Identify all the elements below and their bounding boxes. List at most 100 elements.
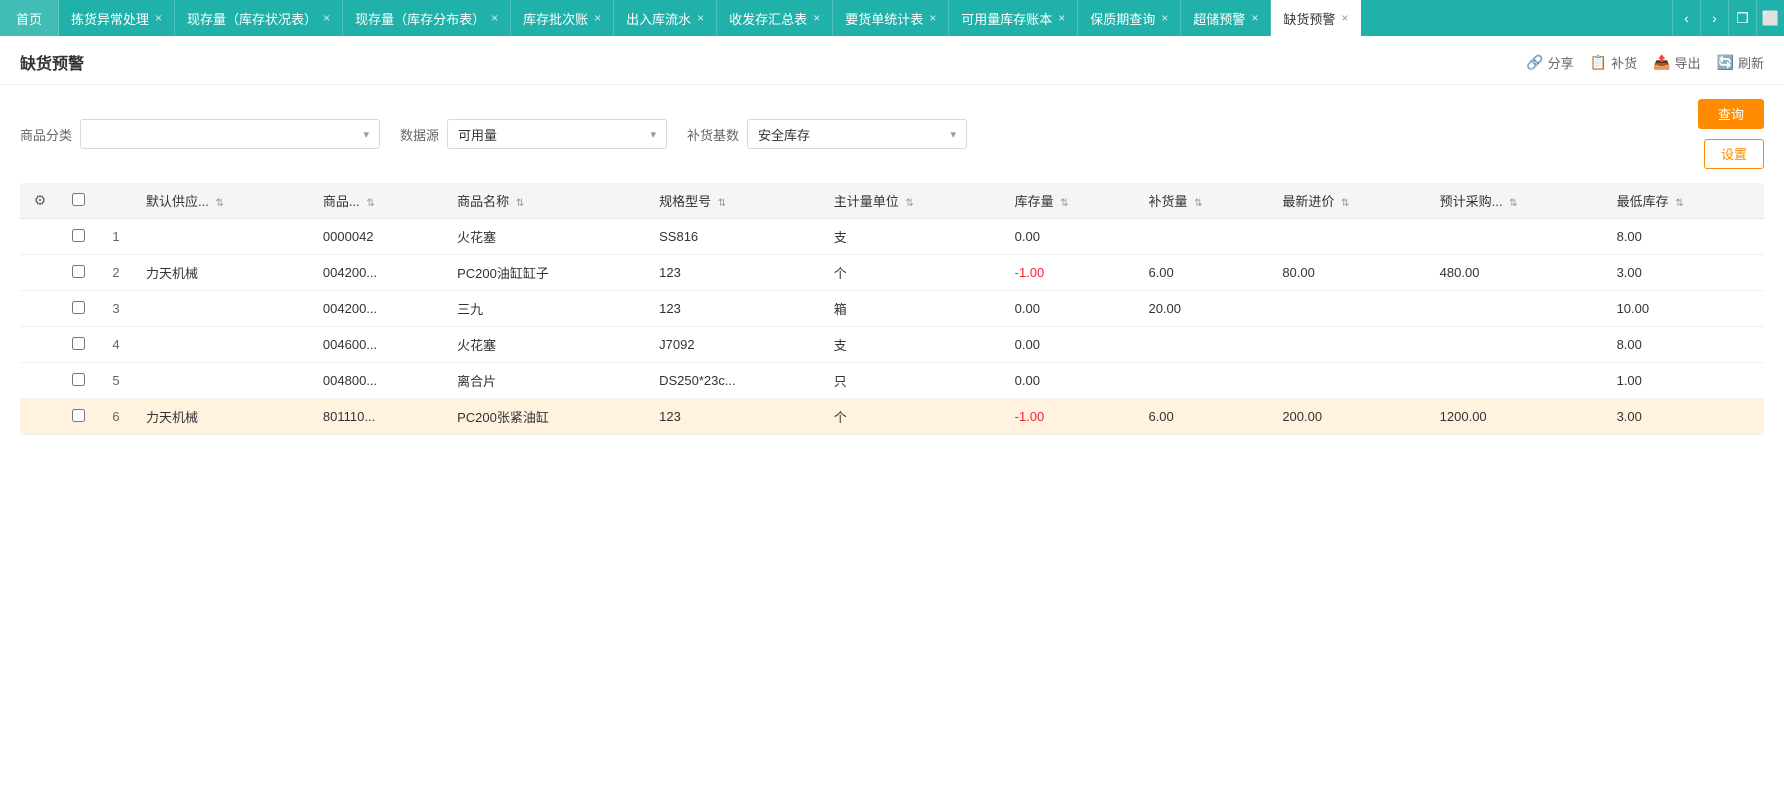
row-minstock-0: 8.00 bbox=[1607, 219, 1764, 255]
tab-avail[interactable]: 可用量库存账本× bbox=[949, 0, 1078, 36]
row-supplier-3 bbox=[136, 327, 313, 363]
tab-close-avail[interactable]: × bbox=[1058, 11, 1065, 25]
row-checkbox-5[interactable] bbox=[72, 409, 85, 422]
tab-nav-buttons: ‹ › ❐ ⬜ bbox=[1672, 0, 1784, 36]
tab-close-order[interactable]: × bbox=[929, 11, 936, 25]
row-checkbox-0[interactable] bbox=[72, 229, 85, 242]
datasource-select[interactable]: 可用量 ▾ bbox=[447, 119, 667, 149]
col-name-sort-icon[interactable]: ⇅ bbox=[516, 198, 524, 209]
col-code-label: 商品... bbox=[323, 194, 360, 209]
replenish-base-select[interactable]: 安全库存 ▾ bbox=[747, 119, 967, 149]
tab-label-overstock: 超储预警 bbox=[1193, 9, 1245, 28]
tab-close-pick[interactable]: × bbox=[155, 11, 162, 25]
col-header-spec: 规格型号 ⇅ bbox=[649, 183, 824, 219]
tab-stock1[interactable]: 现存量（库存状况表）× bbox=[175, 0, 343, 36]
col-header-replenish: 补货量 ⇅ bbox=[1138, 183, 1272, 219]
tab-close-flow[interactable]: × bbox=[697, 11, 704, 25]
select-all-checkbox[interactable] bbox=[72, 193, 85, 206]
col-unit-label: 主计量单位 bbox=[834, 194, 899, 209]
row-minstock-5: 3.00 bbox=[1607, 399, 1764, 435]
tab-batch[interactable]: 库存批次账× bbox=[511, 0, 614, 36]
row-name-3: 火花塞 bbox=[447, 327, 649, 363]
row-setting-4 bbox=[20, 363, 60, 399]
replenish-button[interactable]: 📋 补货 bbox=[1590, 53, 1637, 72]
row-price-4 bbox=[1272, 363, 1429, 399]
tab-close-stock2[interactable]: × bbox=[491, 11, 498, 25]
col-replenish-sort-icon[interactable]: ⇅ bbox=[1194, 198, 1202, 209]
table-row: 5 004800... 离合片 DS250*23c... 只 0.00 1.00 bbox=[20, 363, 1764, 399]
row-est-3 bbox=[1430, 327, 1607, 363]
tab-shortage[interactable]: 缺货预警× bbox=[1271, 0, 1361, 36]
tab-summary[interactable]: 收发存汇总表× bbox=[717, 0, 833, 36]
row-name-4: 离合片 bbox=[447, 363, 649, 399]
col-minstock-sort-icon[interactable]: ⇅ bbox=[1675, 198, 1683, 209]
row-checkbox-1[interactable] bbox=[72, 265, 85, 278]
refresh-button[interactable]: 🔄 刷新 bbox=[1717, 53, 1764, 72]
row-minstock-4: 1.00 bbox=[1607, 363, 1764, 399]
row-unit-1: 个 bbox=[824, 255, 1005, 291]
row-name-2: 三九 bbox=[447, 291, 649, 327]
export-button[interactable]: 📤 导出 bbox=[1653, 53, 1700, 72]
tab-pick[interactable]: 拣货异常处理 × bbox=[59, 0, 175, 36]
col-header-num bbox=[96, 183, 136, 219]
table-row: 6 力天机械 801110... PC200张紧油缸 123 个 -1.00 6… bbox=[20, 399, 1764, 435]
tab-stock2[interactable]: 现存量（库存分布表）× bbox=[343, 0, 511, 36]
refresh-icon: 🔄 bbox=[1717, 54, 1734, 71]
tab-order[interactable]: 要货单统计表× bbox=[833, 0, 949, 36]
share-button[interactable]: 🔗 分享 bbox=[1526, 53, 1573, 72]
row-name-0: 火花塞 bbox=[447, 219, 649, 255]
tab-scroll-left[interactable]: ‹ bbox=[1672, 0, 1700, 36]
col-code-sort-icon[interactable]: ⇅ bbox=[366, 198, 374, 209]
query-button[interactable]: 查询 bbox=[1698, 99, 1764, 129]
tab-maximize[interactable]: ⬜ bbox=[1756, 0, 1784, 36]
row-spec-3: J7092 bbox=[649, 327, 824, 363]
tab-expire[interactable]: 保质期查询× bbox=[1078, 0, 1181, 36]
tab-scroll-right[interactable]: › bbox=[1700, 0, 1728, 36]
row-est-5: 1200.00 bbox=[1430, 399, 1607, 435]
replenish-icon: 📋 bbox=[1590, 54, 1607, 71]
tab-overstock[interactable]: 超储预警 × bbox=[1181, 0, 1271, 36]
col-unit-sort-icon[interactable]: ⇅ bbox=[905, 198, 913, 209]
row-setting-3 bbox=[20, 327, 60, 363]
tab-close-overstock[interactable]: × bbox=[1251, 11, 1258, 25]
col-est-sort-icon[interactable]: ⇅ bbox=[1509, 198, 1517, 209]
col-stock-label: 库存量 bbox=[1015, 194, 1054, 209]
tab-home[interactable]: 首页 bbox=[0, 0, 59, 36]
col-header-setting: ⚙ bbox=[20, 183, 60, 219]
col-replenish-label: 补货量 bbox=[1148, 194, 1187, 209]
col-spec-sort-icon[interactable]: ⇅ bbox=[718, 198, 726, 209]
tab-close-batch[interactable]: × bbox=[594, 11, 601, 25]
share-icon: 🔗 bbox=[1526, 54, 1543, 71]
col-header-unit: 主计量单位 ⇅ bbox=[824, 183, 1005, 219]
row-check-5 bbox=[60, 399, 96, 435]
settings-button[interactable]: 设置 bbox=[1704, 139, 1764, 169]
tab-restore[interactable]: ❐ bbox=[1728, 0, 1756, 36]
tab-flow[interactable]: 出入库流水× bbox=[614, 0, 717, 36]
page-title: 缺货预警 bbox=[20, 50, 84, 74]
tab-close-stock1[interactable]: × bbox=[323, 11, 330, 25]
row-checkbox-3[interactable] bbox=[72, 337, 85, 350]
row-checkbox-4[interactable] bbox=[72, 373, 85, 386]
row-unit-0: 支 bbox=[824, 219, 1005, 255]
tab-close-summary[interactable]: × bbox=[813, 11, 820, 25]
tab-label-pick: 拣货异常处理 bbox=[71, 9, 149, 28]
tab-close-shortage[interactable]: × bbox=[1341, 11, 1348, 25]
col-price-sort-icon[interactable]: ⇅ bbox=[1341, 198, 1349, 209]
category-filter-group: 商品分类 ▾ bbox=[20, 119, 380, 149]
row-replenish-5: 6.00 bbox=[1138, 399, 1272, 435]
row-spec-0: SS816 bbox=[649, 219, 824, 255]
category-select[interactable]: ▾ bbox=[80, 119, 380, 149]
row-checkbox-2[interactable] bbox=[72, 301, 85, 314]
replenish-base-dropdown-icon: ▾ bbox=[951, 128, 957, 141]
col-supplier-sort-icon[interactable]: ⇅ bbox=[215, 198, 223, 209]
table-settings-icon[interactable]: ⚙ bbox=[34, 192, 47, 208]
row-spec-1: 123 bbox=[649, 255, 824, 291]
col-header-stock: 库存量 ⇅ bbox=[1005, 183, 1139, 219]
row-num-1: 2 bbox=[96, 255, 136, 291]
row-supplier-2 bbox=[136, 291, 313, 327]
row-replenish-2: 20.00 bbox=[1138, 291, 1272, 327]
row-code-3: 004600... bbox=[313, 327, 447, 363]
tab-close-expire[interactable]: × bbox=[1161, 11, 1168, 25]
row-stock-5: -1.00 bbox=[1005, 399, 1139, 435]
col-stock-sort-icon[interactable]: ⇅ bbox=[1060, 198, 1068, 209]
